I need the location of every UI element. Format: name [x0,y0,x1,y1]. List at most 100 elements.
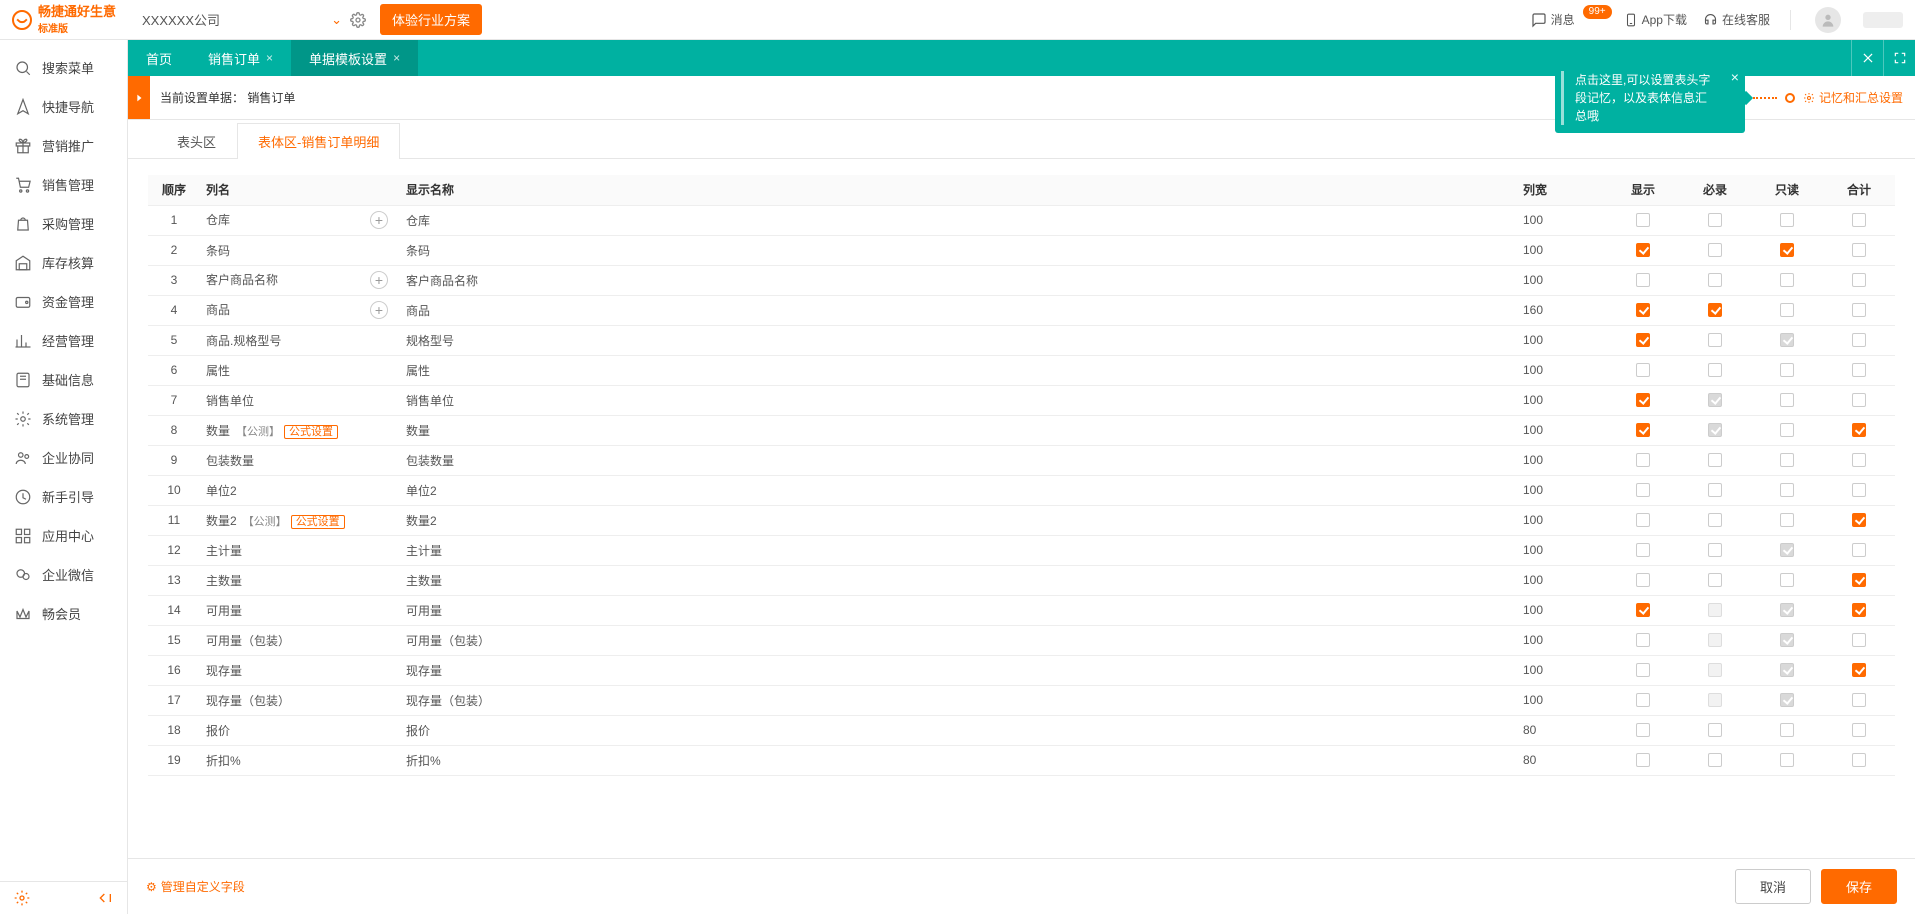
add-icon[interactable]: + [370,271,388,289]
nav-item-vip[interactable]: 畅会员 [0,594,127,633]
cell-width[interactable]: 100 [1517,265,1607,295]
add-icon[interactable]: + [370,301,388,319]
cell-width[interactable]: 100 [1517,235,1607,265]
manage-custom-fields-link[interactable]: ⚙ 管理自定义字段 [146,878,245,895]
checkbox[interactable] [1636,693,1650,707]
checkbox[interactable] [1636,393,1650,407]
cell-width[interactable]: 160 [1517,295,1607,325]
cell-width[interactable]: 100 [1517,565,1607,595]
cell-name[interactable]: 仓库+ [200,205,400,235]
settings-icon[interactable] [350,12,366,28]
cell-name[interactable]: 商品+ [200,295,400,325]
formula-settings-link[interactable]: 公式设置 [284,425,338,439]
company-selector[interactable]: XXXXXX公司 ⌄ [142,10,342,29]
checkbox[interactable] [1780,483,1794,497]
cell-width[interactable]: 100 [1517,475,1607,505]
cell-width[interactable]: 100 [1517,325,1607,355]
cell-display[interactable]: 数量2 [400,505,1517,535]
trial-scheme-button[interactable]: 体验行业方案 [380,4,482,35]
cell-width[interactable]: 100 [1517,505,1607,535]
checkbox[interactable] [1708,333,1722,347]
checkbox[interactable] [1780,723,1794,737]
checkbox[interactable] [1852,573,1866,587]
cell-name[interactable]: 商品.规格型号 [200,325,400,355]
checkbox[interactable] [1852,393,1866,407]
cell-width[interactable]: 100 [1517,625,1607,655]
checkbox[interactable] [1852,483,1866,497]
nav-item-search[interactable]: 搜索菜单 [0,48,127,87]
cell-width[interactable]: 100 [1517,205,1607,235]
nav-item-chart[interactable]: 经营管理 [0,321,127,360]
cell-display[interactable]: 数量 [400,415,1517,445]
online-service-link[interactable]: 在线客服 [1703,11,1770,28]
cell-width[interactable]: 100 [1517,385,1607,415]
cell-width[interactable]: 100 [1517,535,1607,565]
nav-item-team[interactable]: 企业协同 [0,438,127,477]
cell-display[interactable]: 属性 [400,355,1517,385]
cell-name[interactable]: 条码 [200,235,400,265]
checkbox[interactable] [1708,243,1722,257]
cell-name[interactable]: 报价 [200,715,400,745]
cell-display[interactable]: 可用量（包装） [400,625,1517,655]
nav-item-compass[interactable]: 快捷导航 [0,87,127,126]
checkbox[interactable] [1636,753,1650,767]
cell-name[interactable]: 属性 [200,355,400,385]
cell-name[interactable]: 包装数量 [200,445,400,475]
nav-item-warehouse[interactable]: 库存核算 [0,243,127,282]
checkbox[interactable] [1780,243,1794,257]
checkbox[interactable] [1852,273,1866,287]
cell-name[interactable]: 可用量（包装） [200,625,400,655]
checkbox[interactable] [1780,513,1794,527]
cell-name[interactable]: 主计量 [200,535,400,565]
cell-name[interactable]: 数量2【公测】公式设置 [200,505,400,535]
cell-width[interactable]: 100 [1517,445,1607,475]
tab-close-icon[interactable]: × [393,51,400,65]
cell-width[interactable]: 80 [1517,745,1607,775]
nav-item-wechat[interactable]: 企业微信 [0,555,127,594]
user-panel[interactable] [1863,12,1903,28]
sub-tab[interactable]: 表头区 [156,123,237,159]
checkbox[interactable] [1708,303,1722,317]
checkbox[interactable] [1852,603,1866,617]
checkbox[interactable] [1708,483,1722,497]
checkbox[interactable] [1636,243,1650,257]
checkbox[interactable] [1780,753,1794,767]
cell-display[interactable]: 规格型号 [400,325,1517,355]
checkbox[interactable] [1708,273,1722,287]
checkbox[interactable] [1636,213,1650,227]
checkbox[interactable] [1780,393,1794,407]
cell-display[interactable]: 现存量（包装） [400,685,1517,715]
cell-display[interactable]: 主数量 [400,565,1517,595]
checkbox[interactable] [1636,303,1650,317]
cell-display[interactable]: 现存量 [400,655,1517,685]
cell-name[interactable]: 可用量 [200,595,400,625]
expand-handle[interactable] [128,76,150,119]
checkbox[interactable] [1636,273,1650,287]
cell-display[interactable]: 客户商品名称 [400,265,1517,295]
checkbox[interactable] [1780,453,1794,467]
cell-display[interactable]: 销售单位 [400,385,1517,415]
cell-display[interactable]: 主计量 [400,535,1517,565]
cell-display[interactable]: 包装数量 [400,445,1517,475]
tab-销售订单[interactable]: 销售订单× [190,40,291,76]
checkbox[interactable] [1636,633,1650,647]
messages-link[interactable]: 消息 99+ [1531,11,1608,28]
cell-name[interactable]: 主数量 [200,565,400,595]
cell-display[interactable]: 报价 [400,715,1517,745]
checkbox[interactable] [1780,573,1794,587]
cell-display[interactable]: 折扣% [400,745,1517,775]
cell-display[interactable]: 条码 [400,235,1517,265]
save-button[interactable]: 保存 [1821,869,1897,904]
checkbox[interactable] [1636,513,1650,527]
checkbox[interactable] [1780,363,1794,377]
nav-item-cart[interactable]: 销售管理 [0,165,127,204]
add-icon[interactable]: + [370,211,388,229]
nav-item-apps[interactable]: 应用中心 [0,516,127,555]
cell-name[interactable]: 客户商品名称+ [200,265,400,295]
settings-icon[interactable] [14,890,30,906]
checkbox[interactable] [1852,513,1866,527]
nav-item-gift[interactable]: 营销推广 [0,126,127,165]
checkbox[interactable] [1852,453,1866,467]
memory-summary-link[interactable]: 记忆和汇总设置 [1803,89,1903,106]
cell-display[interactable]: 商品 [400,295,1517,325]
